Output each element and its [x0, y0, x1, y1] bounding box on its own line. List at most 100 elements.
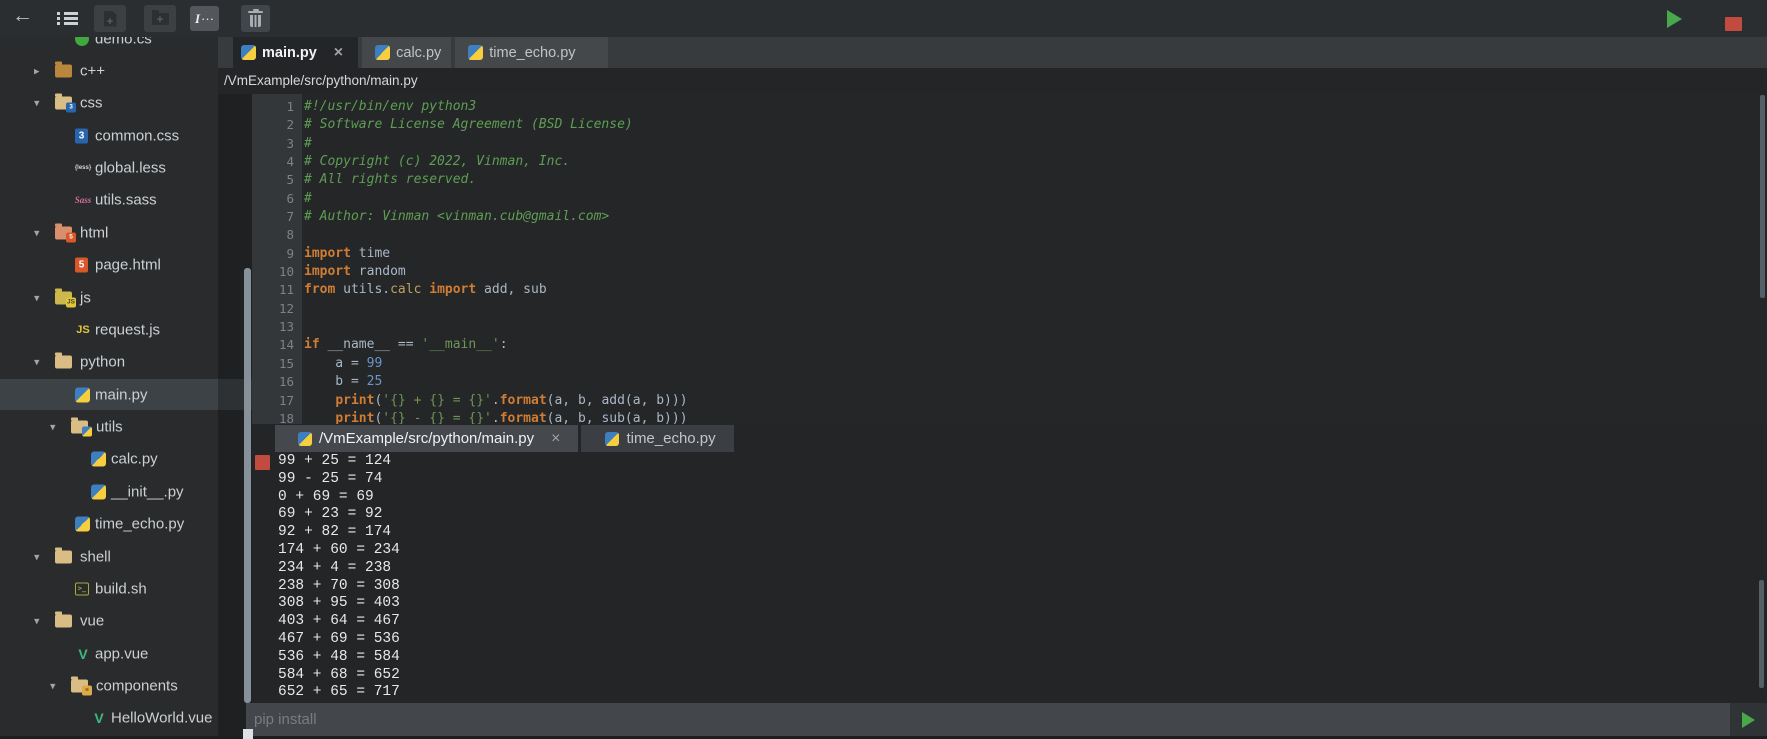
line-number: 8 — [252, 226, 302, 244]
code-line — [304, 318, 1757, 336]
back-icon[interactable]: ← — [12, 4, 33, 28]
line-number: 4 — [252, 153, 302, 171]
tree-item-common.css[interactable]: 3common.css — [0, 120, 252, 151]
output-tab-time_echo.py[interactable]: time_echo.py — [581, 425, 733, 452]
tree-item-label: app.vue — [95, 645, 148, 662]
output-line: 308 + 95 = 403 — [278, 595, 1757, 613]
new-file-button[interactable]: + — [94, 5, 126, 32]
tree-item-utils[interactable]: ▾utils — [0, 411, 252, 442]
output-tab-/VmExample/src/python/main.py[interactable]: /VmExample/src/python/main.py× — [275, 425, 578, 452]
output-stop-icon[interactable] — [255, 455, 270, 470]
tree-item-global.less[interactable]: {less}global.less — [0, 152, 252, 183]
tree-item-label: build.sh — [95, 580, 147, 597]
code-line — [304, 226, 1757, 244]
tree-item-__init__.py[interactable]: __init__.py — [0, 476, 252, 507]
code-line: from utils.calc import add, sub — [304, 281, 1757, 299]
python-icon — [605, 432, 619, 446]
tree-item-main.py[interactable]: main.py — [0, 379, 252, 410]
chevron-down-icon[interactable]: ▾ — [34, 96, 40, 109]
tree-item-label: HelloWorld.vue — [111, 709, 212, 726]
folder-icon — [55, 355, 72, 368]
folder-html-badge-icon: 5 — [66, 232, 76, 242]
run-icon[interactable] — [1667, 10, 1682, 28]
command-run-button[interactable] — [1730, 703, 1767, 736]
tree-item-utils.sass[interactable]: Sassutils.sass — [0, 184, 252, 215]
tree-item-js[interactable]: ▾JSjs — [0, 282, 252, 313]
editor-scrollbar-thumb[interactable] — [1760, 95, 1765, 298]
output-line: 584 + 68 = 652 — [278, 667, 1757, 685]
folder-icon — [55, 614, 72, 627]
command-bar — [246, 703, 1767, 736]
tree-item-c++[interactable]: ▸c++ — [0, 55, 252, 86]
stop-icon[interactable] — [1725, 17, 1742, 31]
tree-item-demo.cs[interactable]: demo.cs — [0, 37, 252, 54]
code-line: # Author: Vinman <vinman.cub@gmail.com> — [304, 208, 1757, 226]
code-line: import random — [304, 263, 1757, 281]
code-line: # All rights reserved. — [304, 171, 1757, 189]
code-content[interactable]: #!/usr/bin/env python3# Software License… — [302, 94, 1757, 424]
tree-item-components[interactable]: ▾≡components — [0, 670, 252, 701]
line-number: 16 — [252, 373, 302, 391]
folder-js-icon: JS — [55, 291, 72, 304]
chevron-down-icon[interactable]: ▾ — [34, 614, 40, 627]
folder-py-icon — [71, 420, 88, 433]
tab-label: time_echo.py — [489, 45, 575, 61]
chevron-right-icon[interactable]: ▸ — [34, 64, 40, 77]
output-line: 536 + 48 = 584 — [278, 649, 1757, 667]
python-icon — [91, 451, 106, 466]
output-line: 92 + 82 = 174 — [278, 524, 1757, 542]
line-number: 3 — [252, 135, 302, 153]
output-line: 174 + 60 = 234 — [278, 542, 1757, 560]
rename-button[interactable]: I··· — [190, 6, 219, 31]
folder-css-badge-icon: 3 — [66, 102, 76, 112]
chevron-down-icon[interactable]: ▾ — [34, 291, 40, 304]
tree-item-build.sh[interactable]: >_build.sh — [0, 573, 252, 604]
output-tab-bar: /VmExample/src/python/main.py×time_echo.… — [252, 425, 1767, 452]
tree-item-calc.py[interactable]: calc.py — [0, 443, 252, 474]
tree-item-app.vue[interactable]: Vapp.vue — [0, 638, 252, 669]
chevron-down-icon[interactable]: ▾ — [50, 420, 56, 433]
chevron-down-icon[interactable]: ▾ — [34, 550, 40, 563]
line-number: 10 — [252, 263, 302, 281]
tree-item-label: common.css — [95, 127, 179, 144]
code-line: print('{} + {} = {}'.format(a, b, add(a,… — [304, 392, 1757, 410]
tree-item-HelloWorld.vue[interactable]: VHelloWorld.vue — [0, 702, 252, 733]
code-line: #!/usr/bin/env python3 — [304, 98, 1757, 116]
delete-button[interactable] — [241, 5, 270, 32]
tree-item-request.js[interactable]: JSrequest.js — [0, 314, 252, 345]
code-editor[interactable]: 123456789101112131415161718 #!/usr/bin/e… — [252, 94, 1767, 424]
breadcrumb: /VmExample/src/python/main.py — [218, 68, 1767, 94]
tree-item-python[interactable]: ▾python — [0, 346, 252, 377]
new-folder-button[interactable]: + — [144, 5, 176, 32]
chevron-down-icon[interactable]: ▾ — [34, 355, 40, 368]
tab-close-icon[interactable]: × — [551, 431, 560, 447]
line-number: 1 — [252, 98, 302, 116]
file-list-icon[interactable] — [57, 11, 78, 26]
tree-item-label: time_echo.py — [95, 515, 184, 532]
tree-item-label: __init__.py — [111, 483, 184, 500]
editor-tab-main.py[interactable]: main.py× — [233, 37, 358, 68]
trash-icon — [248, 11, 263, 14]
python-icon — [241, 45, 256, 60]
tree-item-html[interactable]: ▾5html — [0, 217, 252, 248]
output-scrollbar-thumb[interactable] — [1759, 580, 1764, 688]
python-icon — [91, 484, 106, 499]
python-icon — [75, 516, 90, 531]
tree-item-time_echo.py[interactable]: time_echo.py — [0, 508, 252, 539]
editor-tab-time_echo.py[interactable]: time_echo.py — [455, 37, 607, 68]
output-line: 238 + 70 = 308 — [278, 578, 1757, 596]
editor-tab-calc.py[interactable]: calc.py — [362, 37, 451, 68]
tree-item-css[interactable]: ▾3css — [0, 87, 252, 118]
tree-item-vue[interactable]: ▾vue — [0, 605, 252, 636]
output-line: 234 + 4 = 238 — [278, 560, 1757, 578]
output-line: 467 + 69 = 536 — [278, 631, 1757, 649]
chevron-down-icon[interactable]: ▾ — [50, 679, 56, 692]
tab-close-icon[interactable]: × — [334, 45, 343, 61]
scrollbar-corner[interactable] — [243, 729, 253, 739]
chevron-down-icon[interactable]: ▾ — [34, 226, 40, 239]
tree-item-page.html[interactable]: 5page.html — [0, 249, 252, 280]
tree-item-label: calc.py — [111, 450, 158, 467]
tree-item-shell[interactable]: ▾shell — [0, 541, 252, 572]
command-input[interactable] — [246, 703, 1727, 736]
sidebar-scrollbar-thumb[interactable] — [244, 268, 251, 703]
